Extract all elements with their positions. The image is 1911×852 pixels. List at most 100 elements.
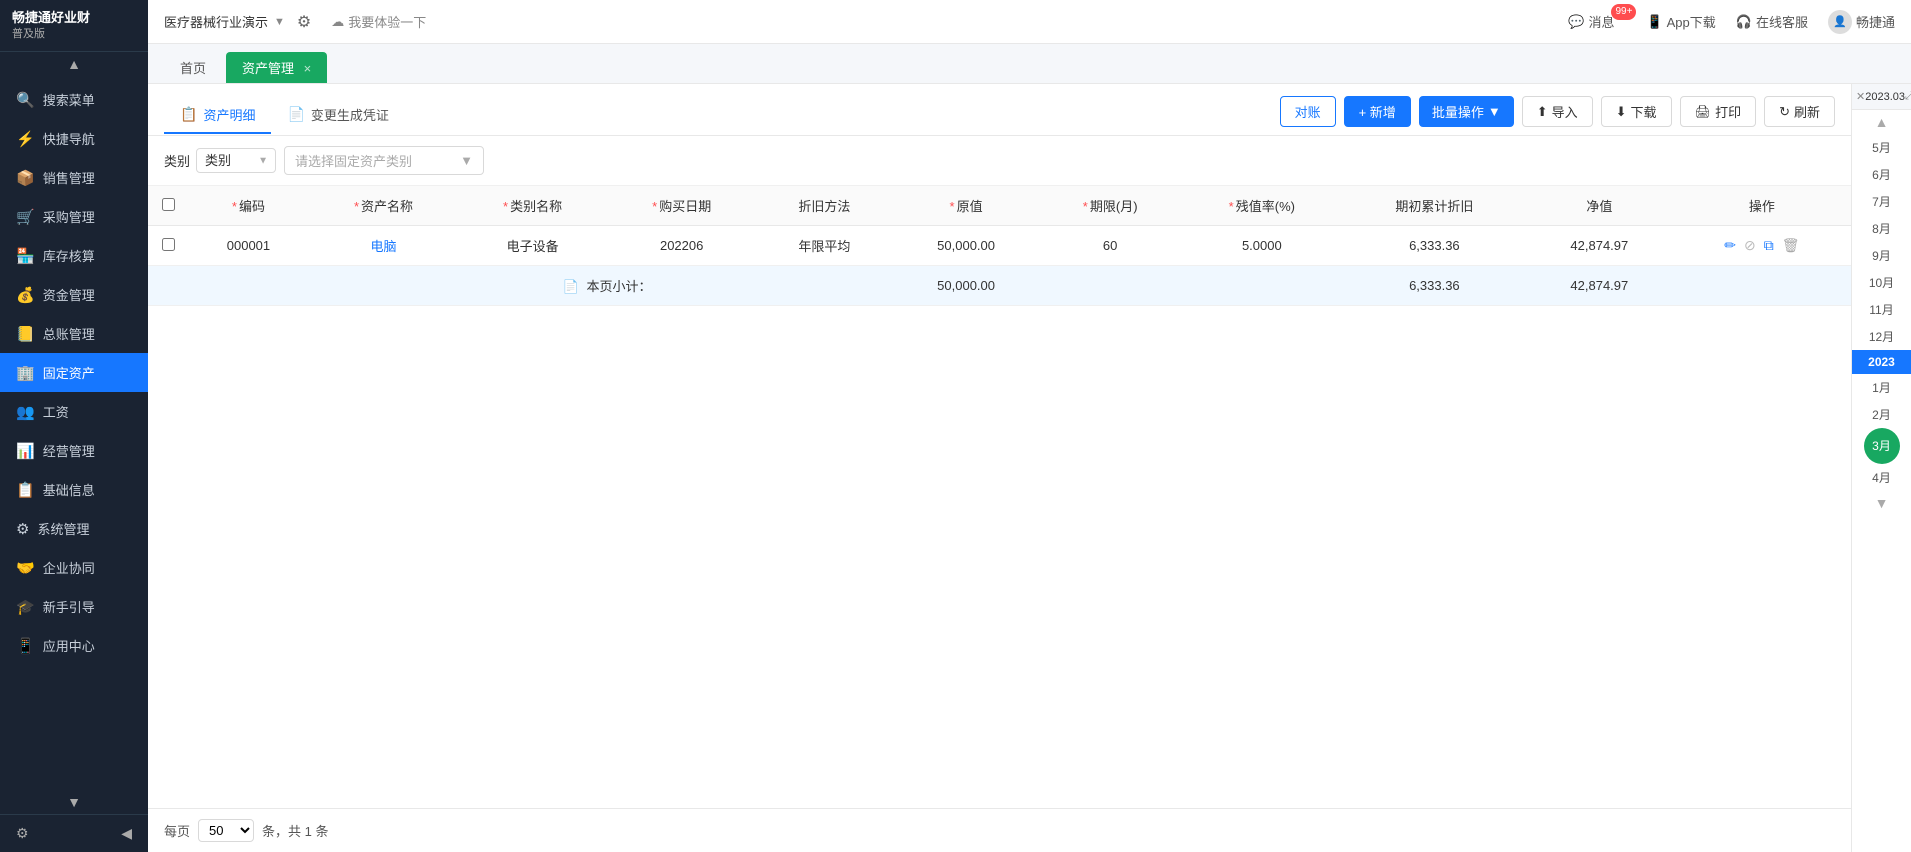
cell-depreciation-method: 年限平均 xyxy=(756,226,892,266)
calendar-month-5[interactable]: 5月 xyxy=(1852,134,1911,161)
edit-icon[interactable]: ✏ xyxy=(1724,237,1736,254)
right-panel-expand-icon[interactable]: ⤢ xyxy=(1905,90,1911,103)
print-icon: 🖨 xyxy=(1695,104,1712,120)
sidebar-item-inventory[interactable]: 🏪 库存核算 xyxy=(0,236,148,275)
calendar-month-10[interactable]: 10月 xyxy=(1852,269,1911,296)
message-icon: 💬 xyxy=(1568,14,1584,30)
sidebar-item-label: 基础信息 xyxy=(43,480,95,499)
select-all-checkbox[interactable] xyxy=(162,198,175,211)
sidebar-item-label: 总账管理 xyxy=(43,324,95,343)
inventory-icon: 🏪 xyxy=(16,247,35,265)
user-avatar: 👤 xyxy=(1828,10,1852,34)
calendar-month-4[interactable]: 4月 xyxy=(1852,464,1911,491)
calendar-month-9[interactable]: 9月 xyxy=(1852,242,1911,269)
app-download-button[interactable]: 📱 App下载 xyxy=(1646,12,1715,31)
calendar-month-6[interactable]: 6月 xyxy=(1852,161,1911,188)
app-center-icon: 📱 xyxy=(16,637,35,655)
per-page-select[interactable]: 50 10 20 100 xyxy=(198,819,254,842)
download-button[interactable]: ⬇ 下载 xyxy=(1601,96,1672,127)
filter-toolbar: 类别 类别 请选择固定资产类别 ▼ xyxy=(148,136,1851,186)
trial-button[interactable]: ☁ 我要体验一下 xyxy=(331,12,426,31)
category-filter: 类别 类别 xyxy=(164,148,276,173)
sidebar-item-quick-nav[interactable]: ⚡ 快捷导航 xyxy=(0,119,148,158)
tab-asset-detail[interactable]: 📋 资产明细 xyxy=(164,97,271,134)
sidebar-scroll-up[interactable]: ▲ xyxy=(0,52,148,76)
reconcile-button[interactable]: 对账 xyxy=(1280,96,1336,127)
download-icon: ⬇ xyxy=(1616,104,1627,120)
refresh-button[interactable]: ↻ 刷新 xyxy=(1764,96,1835,127)
right-panel-year: 2023.03 xyxy=(1865,91,1905,103)
sidebar-collapse-icon[interactable]: ◀ xyxy=(121,825,132,842)
topbar: 医疗器械行业演示 ▼ ⚙ ☁ 我要体验一下 💬 消息 99+ 📱 App下载 🎧… xyxy=(148,0,1911,44)
sidebar-item-ledger[interactable]: 📒 总账管理 xyxy=(0,314,148,353)
sidebar-item-payroll[interactable]: 👥 工资 xyxy=(0,392,148,431)
calendar-month-12[interactable]: 12月 xyxy=(1852,323,1911,350)
calendar-month-8[interactable]: 8月 xyxy=(1852,215,1911,242)
tab-asset-management[interactable]: 资产管理 × xyxy=(226,52,327,83)
header-category: *类别名称 xyxy=(458,186,607,226)
calendar-down-arrow[interactable]: ▼ xyxy=(1852,491,1911,515)
table-header-row: *编码 *资产名称 *类别名称 *购买日期 xyxy=(148,186,1851,226)
add-button[interactable]: + 新增 xyxy=(1344,96,1411,127)
sidebar: 畅捷通好业财 普及版 ▲ 🔍 搜索菜单 ⚡ 快捷导航 📦 销售管理 🛒 采购管理… xyxy=(0,0,148,852)
tab-home[interactable]: 首页 xyxy=(164,52,222,83)
sidebar-item-label: 经营管理 xyxy=(43,441,95,460)
company-dropdown-arrow: ▼ xyxy=(274,16,285,28)
online-service-button[interactable]: 🎧 在线客服 xyxy=(1736,12,1808,31)
sidebar-bottom: ⚙ ◀ xyxy=(0,814,148,852)
header-residual-rate: *残值率(%) xyxy=(1181,186,1343,226)
calendar-month-7[interactable]: 7月 xyxy=(1852,188,1911,215)
sidebar-item-search[interactable]: 🔍 搜索菜单 xyxy=(0,80,148,119)
sidebar-item-fixed-assets[interactable]: 🏢 固定资产 xyxy=(0,353,148,392)
sidebar-item-sales[interactable]: 📦 销售管理 xyxy=(0,158,148,197)
payroll-icon: 👥 xyxy=(16,403,35,421)
sidebar-item-label: 销售管理 xyxy=(43,168,95,187)
subtotal-empty-2 xyxy=(188,266,309,306)
calendar-month-2[interactable]: 2月 xyxy=(1852,401,1911,428)
right-panel-close-icon[interactable]: ✕ xyxy=(1856,90,1865,103)
content-area: 📋 资产明细 📄 变更生成凭证 对账 + 新增 批量操作 xyxy=(148,84,1911,852)
depreciate-icon[interactable]: ⊘ xyxy=(1744,237,1756,254)
asset-category-dropdown[interactable]: 请选择固定资产类别 ▼ xyxy=(284,146,484,175)
tab-close-icon[interactable]: × xyxy=(304,61,312,76)
import-button[interactable]: ⬆ 导入 xyxy=(1522,96,1593,127)
category-select[interactable]: 类别 xyxy=(196,148,276,173)
tab-change-voucher[interactable]: 📄 变更生成凭证 xyxy=(271,97,404,134)
calendar-month-3-active[interactable]: 3月 xyxy=(1864,428,1900,464)
subtotal-empty-6 xyxy=(1181,266,1343,306)
sidebar-item-finance[interactable]: 💰 资金管理 xyxy=(0,275,148,314)
message-button[interactable]: 💬 消息 99+ xyxy=(1568,12,1626,31)
app-logo: 畅捷通好业财 普及版 xyxy=(0,0,148,52)
user-profile[interactable]: 👤 畅捷通 xyxy=(1828,10,1895,34)
delete-icon[interactable]: 🗑 xyxy=(1782,237,1800,254)
batch-button[interactable]: 批量操作 ▼ xyxy=(1419,96,1514,127)
search-icon: 🔍 xyxy=(16,91,35,109)
change-voucher-icon: 📄 xyxy=(287,106,304,123)
sidebar-settings-icon[interactable]: ⚙ xyxy=(16,825,29,842)
company-selector[interactable]: 医疗器械行业演示 ▼ xyxy=(164,12,285,31)
cell-net-value: 42,874.97 xyxy=(1526,226,1673,266)
sidebar-item-label: 固定资产 xyxy=(43,363,95,382)
message-badge: 99+ xyxy=(1611,4,1636,20)
calendar-up-arrow[interactable]: ▲ xyxy=(1852,110,1911,134)
subtotal-empty-7 xyxy=(1673,266,1851,306)
header-name: *资产名称 xyxy=(309,186,458,226)
sidebar-item-label: 采购管理 xyxy=(43,207,95,226)
calendar-month-11[interactable]: 11月 xyxy=(1852,296,1911,323)
calendar-month-1[interactable]: 1月 xyxy=(1852,374,1911,401)
sidebar-item-label: 企业协同 xyxy=(43,558,95,577)
sidebar-item-operations[interactable]: 📊 经营管理 xyxy=(0,431,148,470)
print-button[interactable]: 🖨 打印 xyxy=(1680,96,1757,127)
sub-tabs: 📋 资产明细 📄 变更生成凭证 对账 + 新增 批量操作 xyxy=(148,84,1851,136)
sidebar-item-app-center[interactable]: 📱 应用中心 xyxy=(0,626,148,665)
row-select-checkbox[interactable] xyxy=(162,238,175,251)
copy-icon[interactable]: ⧉ xyxy=(1764,237,1774,254)
sidebar-item-basic-info[interactable]: 📋 基础信息 xyxy=(0,470,148,509)
sidebar-item-enterprise[interactable]: 🤝 企业协同 xyxy=(0,548,148,587)
sidebar-item-purchase[interactable]: 🛒 采购管理 xyxy=(0,197,148,236)
sidebar-scroll-down[interactable]: ▼ xyxy=(0,790,148,814)
sidebar-item-system[interactable]: ⚙ 系统管理 xyxy=(0,509,148,548)
sidebar-item-guide[interactable]: 🎓 新手引导 xyxy=(0,587,148,626)
topbar-settings-icon[interactable]: ⚙ xyxy=(297,12,311,32)
per-page-label: 每页 xyxy=(164,821,190,840)
